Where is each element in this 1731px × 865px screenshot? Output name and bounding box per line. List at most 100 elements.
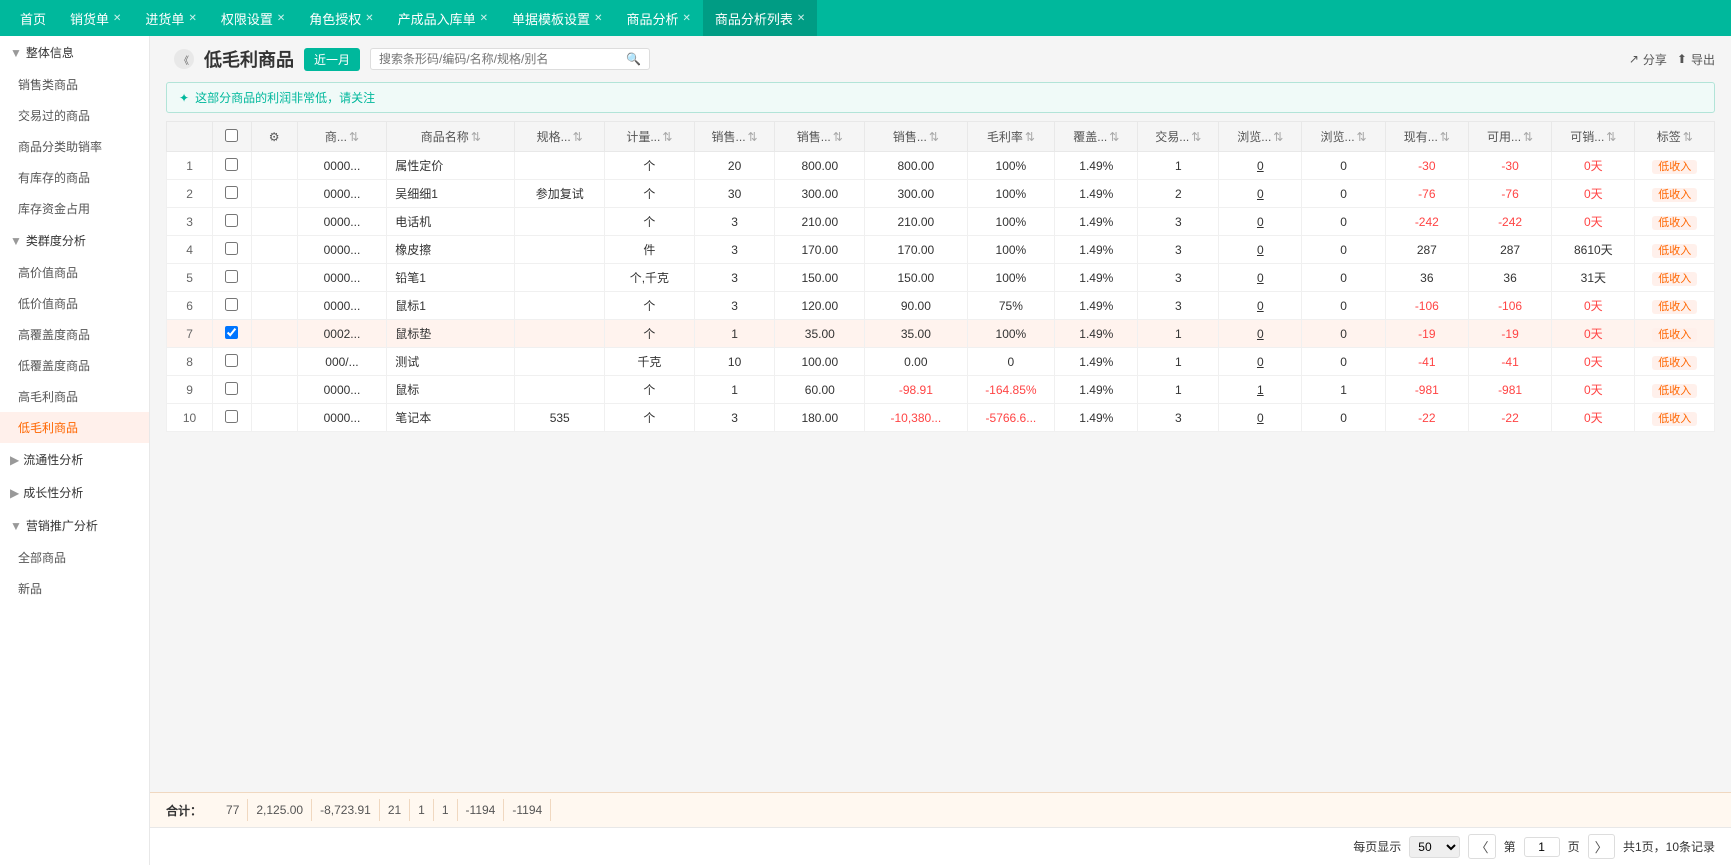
sidebar-item-stocked-goods[interactable]: 有库存的商品 — [0, 162, 149, 193]
sidebar-item-stock-capital[interactable]: 库存资金占用 — [0, 193, 149, 224]
row-gear[interactable] — [251, 376, 297, 404]
col-header-name[interactable]: 商品名称⇅ — [387, 122, 515, 152]
sidebar-group-growth[interactable]: ▶ 成长性分析 — [0, 476, 149, 509]
col-header-sale-price[interactable]: 销售...⇅ — [775, 122, 865, 152]
nav-purchase-close[interactable]: ✕ — [188, 13, 196, 24]
row-gear[interactable] — [251, 292, 297, 320]
col-header-sale-gross[interactable]: 销售...⇅ — [865, 122, 967, 152]
col-header-cover[interactable]: 覆盖...⇅ — [1055, 122, 1138, 152]
row-gear[interactable] — [251, 152, 297, 180]
row-checkbox[interactable] — [213, 292, 251, 320]
nav-template-close[interactable]: ✕ — [594, 13, 602, 24]
row-gross-rate: 100% — [967, 152, 1055, 180]
nav-purchase[interactable]: 进货单 ✕ — [133, 0, 208, 36]
row-checkbox[interactable] — [213, 208, 251, 236]
sidebar-group-cluster[interactable]: ▼ 类群度分析 — [0, 224, 149, 257]
row-browse1[interactable]: 0 — [1219, 236, 1302, 264]
next-page-btn[interactable]: 〉 — [1588, 834, 1615, 859]
sidebar-item-low-value[interactable]: 低价值商品 — [0, 288, 149, 319]
page-input[interactable] — [1524, 837, 1560, 857]
row-checkbox[interactable] — [213, 264, 251, 292]
row-sale-gross: 35.00 — [865, 320, 967, 348]
row-browse1[interactable]: 0 — [1219, 292, 1302, 320]
row-browse1[interactable]: 1 — [1219, 376, 1302, 404]
filter-recent-month-btn[interactable]: 近一月 — [304, 48, 360, 71]
row-gear[interactable] — [251, 348, 297, 376]
select-all-checkbox[interactable] — [225, 129, 238, 142]
row-gear[interactable] — [251, 264, 297, 292]
search-input[interactable] — [379, 52, 622, 66]
nav-product-analysis-close[interactable]: ✕ — [682, 13, 690, 24]
prev-page-btn[interactable]: 〈 — [1468, 834, 1495, 859]
col-header-current[interactable]: 现有...⇅ — [1385, 122, 1468, 152]
col-header-gross-rate[interactable]: 毛利率⇅ — [967, 122, 1055, 152]
nav-template[interactable]: 单据模板设置 ✕ — [500, 0, 614, 36]
row-gear[interactable] — [251, 180, 297, 208]
row-browse1[interactable]: 0 — [1219, 348, 1302, 376]
row-browse1[interactable]: 0 — [1219, 404, 1302, 432]
export-button[interactable]: ⬆ 导出 — [1677, 51, 1715, 68]
row-unit: 个,千克 — [605, 264, 695, 292]
nav-permission[interactable]: 权限设置 ✕ — [209, 0, 297, 36]
row-browse1[interactable]: 0 — [1219, 208, 1302, 236]
sidebar-item-low-coverage[interactable]: 低覆盖度商品 — [0, 350, 149, 381]
col-header-browse2[interactable]: 浏览...⇅ — [1302, 122, 1385, 152]
col-header-code[interactable]: 商...⇅ — [297, 122, 387, 152]
col-header-browse1[interactable]: 浏览...⇅ — [1219, 122, 1302, 152]
col-header-check[interactable] — [213, 122, 251, 152]
row-browse1[interactable]: 0 — [1219, 320, 1302, 348]
row-checkbox[interactable] — [213, 180, 251, 208]
col-header-saleable[interactable]: 可销...⇅ — [1552, 122, 1635, 152]
sidebar-item-all-goods[interactable]: 全部商品 — [0, 542, 149, 573]
row-checkbox[interactable] — [213, 376, 251, 404]
row-gear[interactable] — [251, 404, 297, 432]
row-checkbox[interactable] — [213, 152, 251, 180]
row-gear[interactable] — [251, 236, 297, 264]
sidebar-item-category-rate[interactable]: 商品分类助销率 — [0, 131, 149, 162]
sidebar-item-high-margin[interactable]: 高毛利商品 — [0, 381, 149, 412]
nav-permission-close[interactable]: ✕ — [277, 13, 285, 24]
nav-role[interactable]: 角色授权 ✕ — [297, 0, 385, 36]
row-browse1[interactable]: 0 — [1219, 180, 1302, 208]
sidebar-item-traded-goods[interactable]: 交易过的商品 — [0, 100, 149, 131]
page-size-select[interactable]: 50 100 200 — [1409, 836, 1460, 858]
row-checkbox[interactable] — [213, 236, 251, 264]
sidebar-item-high-coverage[interactable]: 高覆盖度商品 — [0, 319, 149, 350]
col-header-spec[interactable]: 规格...⇅ — [515, 122, 605, 152]
row-checkbox[interactable] — [213, 320, 251, 348]
sidebar-group-overall[interactable]: ▼ 整体信息 — [0, 36, 149, 69]
row-browse1[interactable]: 0 — [1219, 264, 1302, 292]
nav-product-in[interactable]: 产成品入库单 ✕ — [386, 0, 500, 36]
row-browse1[interactable]: 0 — [1219, 152, 1302, 180]
export-icon: ⬆ — [1677, 52, 1687, 66]
nav-product-analysis[interactable]: 商品分析 ✕ — [614, 0, 702, 36]
table-row: 3 0000... 电话机 个 3 210.00 210.00 100% 1.4… — [167, 208, 1715, 236]
nav-sales[interactable]: 销货单 ✕ — [58, 0, 133, 36]
col-header-gear[interactable]: ⚙ — [251, 122, 297, 152]
nav-product-in-close[interactable]: ✕ — [480, 13, 488, 24]
row-gear[interactable] — [251, 208, 297, 236]
col-header-tag[interactable]: 标签⇅ — [1635, 122, 1715, 152]
sidebar-group-marketing[interactable]: ▼ 营销推广分析 — [0, 509, 149, 542]
nav-sales-close[interactable]: ✕ — [113, 13, 121, 24]
row-sale-price: 170.00 — [775, 236, 865, 264]
col-header-sale-count[interactable]: 销售...⇅ — [694, 122, 775, 152]
row-checkbox[interactable] — [213, 348, 251, 376]
share-button[interactable]: ↗ 分享 — [1629, 51, 1667, 68]
nav-product-analysis-list[interactable]: 商品分析列表 ✕ — [703, 0, 817, 36]
col-header-unit[interactable]: 计量...⇅ — [605, 122, 695, 152]
row-checkbox[interactable] — [213, 404, 251, 432]
sidebar-item-sales-goods[interactable]: 销售类商品 — [0, 69, 149, 100]
row-gear[interactable] — [251, 320, 297, 348]
sidebar-item-new-goods[interactable]: 新品 — [0, 573, 149, 604]
sidebar-item-low-margin[interactable]: 低毛利商品 — [0, 412, 149, 443]
nav-role-close[interactable]: ✕ — [365, 13, 373, 24]
col-header-available[interactable]: 可用...⇅ — [1468, 122, 1551, 152]
header-actions: ↗ 分享 ⬆ 导出 — [1629, 51, 1715, 68]
sidebar-group-liquidity[interactable]: ▶ 流通性分析 — [0, 443, 149, 476]
nav-product-analysis-list-close[interactable]: ✕ — [797, 13, 805, 24]
col-header-trade[interactable]: 交易...⇅ — [1138, 122, 1219, 152]
sidebar-item-high-value[interactable]: 高价值商品 — [0, 257, 149, 288]
nav-home[interactable]: 首页 — [8, 0, 58, 36]
sidebar-collapse-btn[interactable]: 《 — [174, 49, 194, 69]
